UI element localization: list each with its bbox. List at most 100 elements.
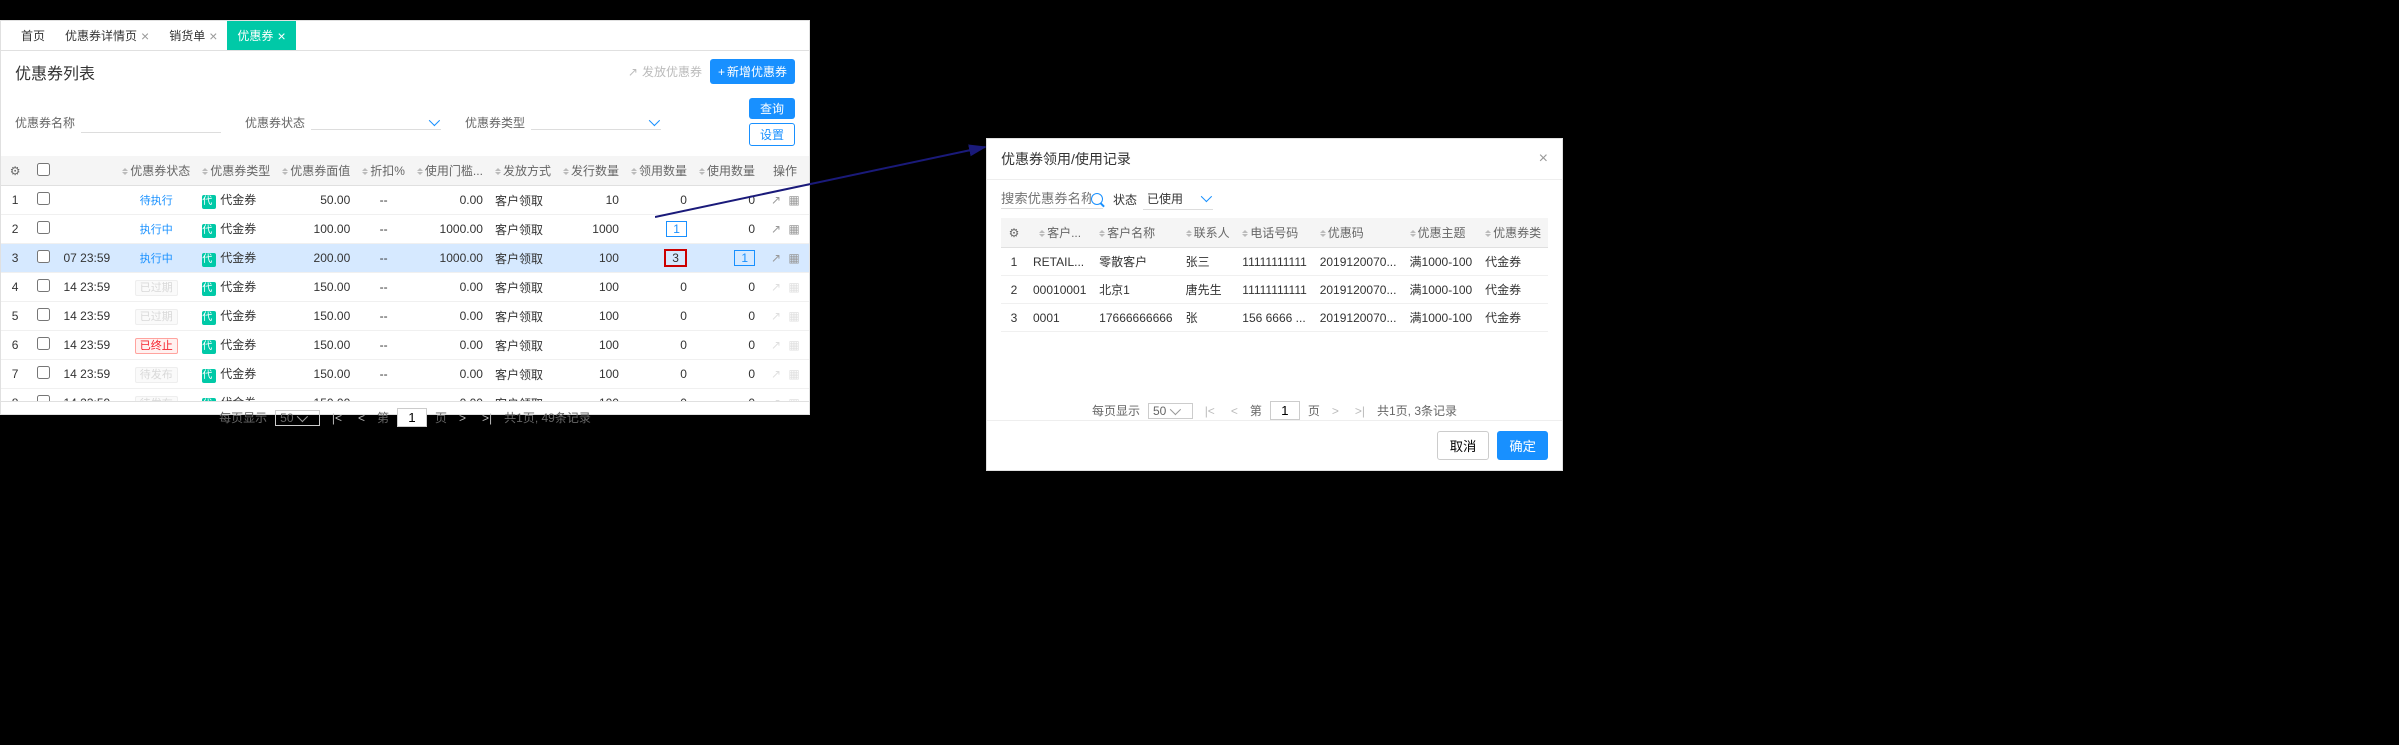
table-row[interactable]: 5 14 23:59 已过期 代代金券 150.00 -- 0.00 客户领取 … <box>1 302 809 331</box>
discount: -- <box>356 389 411 402</box>
filter-type-select[interactable] <box>531 115 661 130</box>
table-row[interactable]: 8 14 23:59 待发布 代代金券 150.00 -- 0.00 客户领取 … <box>1 389 809 402</box>
page-size-select[interactable]: 50 <box>275 410 320 426</box>
customer-name: 零散客户 <box>1093 248 1179 276</box>
phone: 11111111111 <box>1236 248 1313 276</box>
contact: 张三 <box>1180 248 1237 276</box>
tab-sales-order[interactable]: 销货单× <box>159 21 227 50</box>
select-all-checkbox[interactable] <box>37 163 50 176</box>
col-status[interactable]: 优惠券状态 <box>116 156 196 186</box>
tab-home[interactable]: 首页 <box>11 21 55 50</box>
prev-page-button[interactable]: < <box>354 411 369 425</box>
modal-title: 优惠券领用/使用记录 <box>1001 149 1131 169</box>
filter-status-select[interactable] <box>311 115 441 130</box>
prev-page-button[interactable]: < <box>1227 404 1242 418</box>
claim-count: 0 <box>625 360 693 389</box>
mcol-cname[interactable]: 客户名称 <box>1093 218 1179 248</box>
col-use[interactable]: 使用数量 <box>693 156 761 186</box>
search-button[interactable]: 查询 <box>749 98 795 119</box>
qrcode-icon <box>787 338 801 352</box>
gear-icon[interactable] <box>1009 226 1020 240</box>
mcol-code[interactable]: 优惠码 <box>1314 218 1404 248</box>
table-row[interactable]: 3 0001 17666666666 张 156 6666 ... 201912… <box>1001 304 1548 332</box>
table-row[interactable]: 3 07 23:59 执行中 代代金券 200.00 -- 1000.00 客户… <box>1 244 809 273</box>
col-face[interactable]: 优惠券面值 <box>276 156 356 186</box>
cancel-button[interactable]: 取消 <box>1437 431 1490 460</box>
filter-name-input[interactable] <box>81 111 221 133</box>
modal-page-input[interactable] <box>1270 401 1300 420</box>
page-input[interactable] <box>397 408 427 427</box>
table-row[interactable]: 2 执行中 代代金券 100.00 -- 1000.00 客户领取 1000 1… <box>1 215 809 244</box>
claim-count-highlighted[interactable]: 3 <box>664 249 687 267</box>
topic: 满1000-100 <box>1404 304 1480 332</box>
qrcode-icon[interactable] <box>787 222 801 236</box>
gear-icon[interactable] <box>10 164 21 178</box>
customer-id: 00010001 <box>1027 276 1093 304</box>
last-page-button[interactable]: >| <box>478 411 496 425</box>
mcol-ctype[interactable]: 优惠券类 <box>1479 218 1548 248</box>
row-checkbox[interactable] <box>37 279 50 292</box>
col-type[interactable]: 优惠券类型 <box>196 156 276 186</box>
tab-coupon[interactable]: 优惠券× <box>227 21 295 50</box>
row-checkbox[interactable] <box>37 250 50 263</box>
qrcode-icon[interactable] <box>787 193 801 207</box>
qrcode-icon[interactable] <box>787 251 801 265</box>
share-icon[interactable] <box>769 193 783 207</box>
table-row[interactable]: 2 00010001 北京1 唐先生 11111111111 201912007… <box>1001 276 1548 304</box>
modal-page-size-select[interactable]: 50 <box>1148 403 1193 419</box>
coupon-type: 代金券 <box>1479 276 1548 304</box>
share-icon[interactable] <box>769 251 783 265</box>
qrcode-icon <box>787 396 801 401</box>
table-row[interactable]: 1 RETAIL... 零散客户 张三 11111111111 20191200… <box>1001 248 1548 276</box>
close-icon[interactable]: × <box>277 28 285 44</box>
use-count-link[interactable]: 1 <box>734 250 755 266</box>
time-cell: 14 23:59 <box>57 389 116 402</box>
close-icon[interactable]: × <box>141 28 149 44</box>
mcol-contact[interactable]: 联系人 <box>1180 218 1237 248</box>
row-idx: 6 <box>1 331 29 360</box>
mcol-cid[interactable]: 客户... <box>1027 218 1093 248</box>
table-row[interactable]: 1 待执行 代代金券 50.00 -- 0.00 客户领取 10 0 0 <box>1 186 809 215</box>
row-checkbox[interactable] <box>37 395 50 401</box>
next-page-button[interactable]: > <box>455 411 470 425</box>
modal-status-select[interactable]: 已使用 <box>1143 188 1213 210</box>
ok-button[interactable]: 确定 <box>1497 431 1548 460</box>
add-coupon-button[interactable]: + 新增优惠券 <box>710 59 795 84</box>
claim-count-link[interactable]: 1 <box>666 221 687 237</box>
close-icon[interactable]: × <box>209 28 217 44</box>
search-icon[interactable] <box>1091 193 1103 205</box>
share-icon[interactable] <box>769 222 783 236</box>
code: 2019120070... <box>1314 248 1404 276</box>
first-page-button[interactable]: |< <box>1201 404 1219 418</box>
close-icon[interactable]: × <box>1539 150 1548 168</box>
config-button[interactable]: 设置 <box>749 123 795 146</box>
use-count: 0 <box>693 186 761 215</box>
tab-label: 优惠券详情页 <box>65 27 137 44</box>
modal-filter-bar: 状态 已使用 <box>987 180 1562 218</box>
type-badge-icon: 代 <box>202 253 216 267</box>
first-page-button[interactable]: |< <box>328 411 346 425</box>
row-checkbox[interactable] <box>37 366 50 379</box>
time-cell: 14 23:59 <box>57 331 116 360</box>
threshold: 0.00 <box>411 302 489 331</box>
mcol-topic[interactable]: 优惠主题 <box>1404 218 1480 248</box>
modal-pagination-summary: 共1页, 3条记录 <box>1377 402 1457 419</box>
search-input[interactable] <box>1001 191 1091 206</box>
row-checkbox[interactable] <box>37 337 50 350</box>
last-page-button[interactable]: >| <box>1351 404 1369 418</box>
title-bar: 优惠券列表 发放优惠券 + 新增优惠券 <box>1 51 809 92</box>
mcol-phone[interactable]: 电话号码 <box>1236 218 1313 248</box>
col-threshold[interactable]: 使用门槛... <box>411 156 489 186</box>
tab-coupon-detail[interactable]: 优惠券详情页× <box>55 21 159 50</box>
row-checkbox[interactable] <box>37 192 50 205</box>
col-discount[interactable]: 折扣% <box>356 156 411 186</box>
table-row[interactable]: 7 14 23:59 待发布 代代金券 150.00 -- 0.00 客户领取 … <box>1 360 809 389</box>
col-claim[interactable]: 领用数量 <box>625 156 693 186</box>
row-checkbox[interactable] <box>37 308 50 321</box>
row-checkbox[interactable] <box>37 221 50 234</box>
table-row[interactable]: 6 14 23:59 已终止 代代金券 150.00 -- 0.00 客户领取 … <box>1 331 809 360</box>
table-row[interactable]: 4 14 23:59 已过期 代代金券 150.00 -- 0.00 客户领取 … <box>1 273 809 302</box>
next-page-button[interactable]: > <box>1328 404 1343 418</box>
col-issue[interactable]: 发行数量 <box>557 156 625 186</box>
col-method[interactable]: 发放方式 <box>489 156 557 186</box>
